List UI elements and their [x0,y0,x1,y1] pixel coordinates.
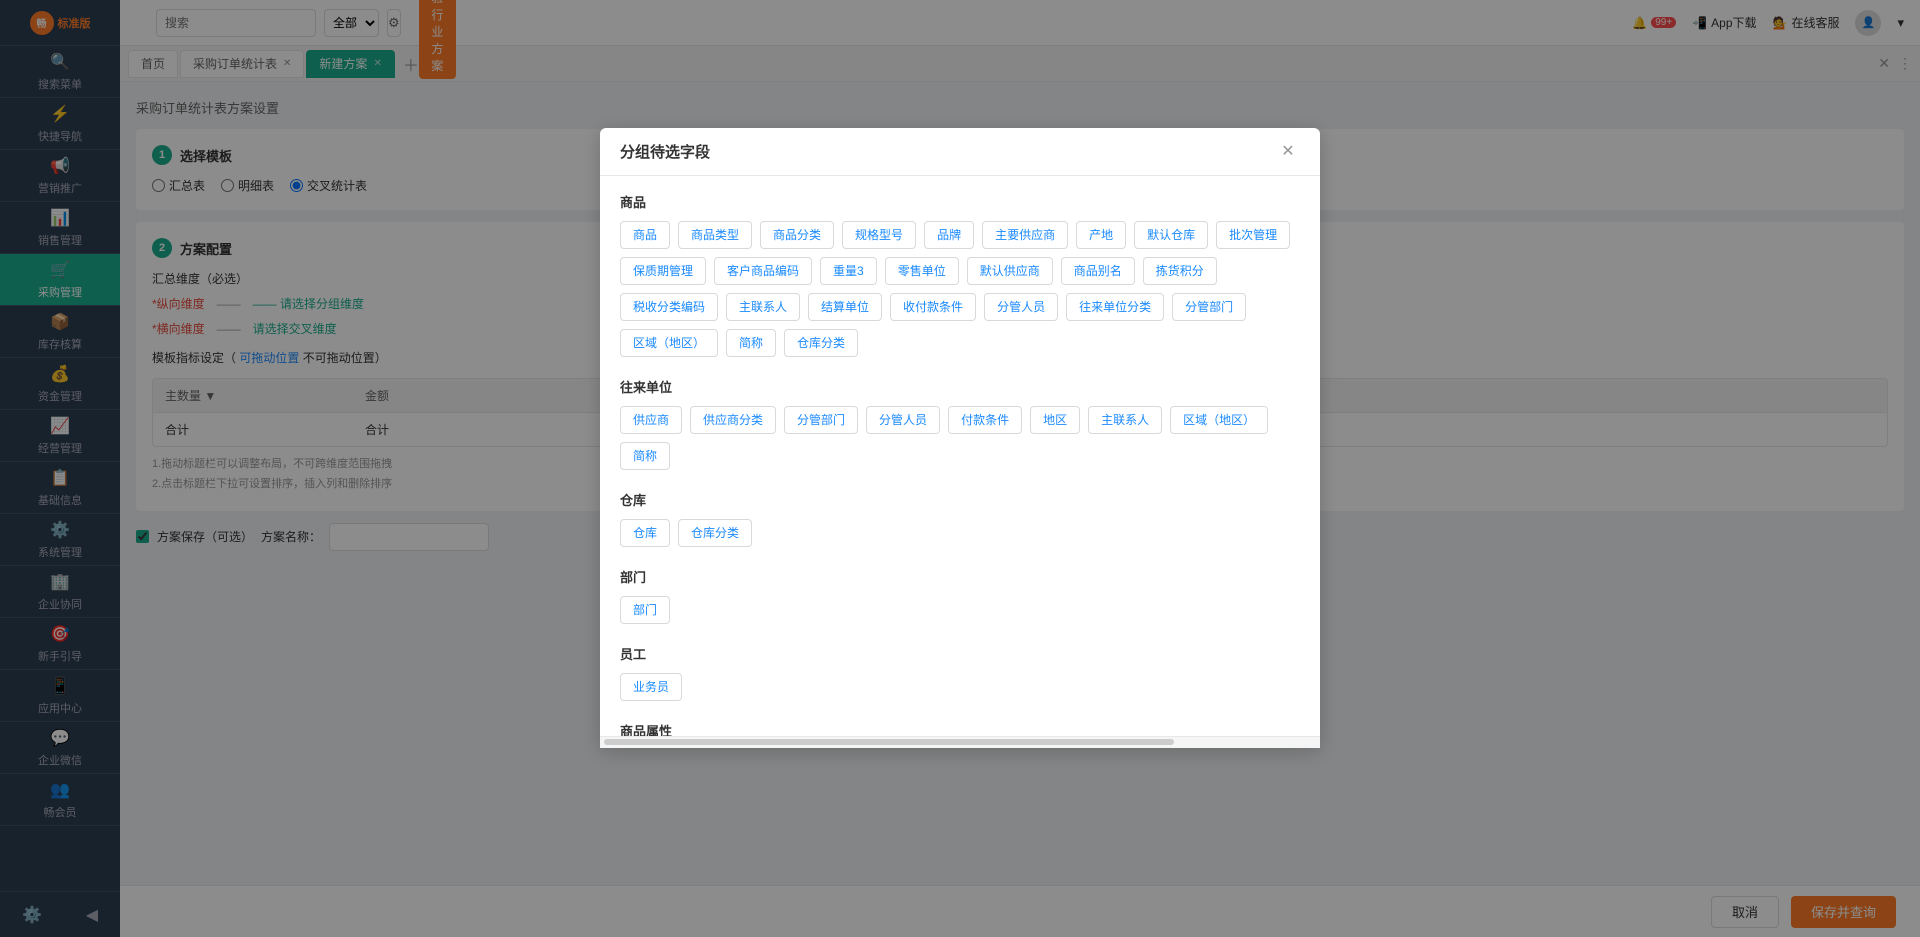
modal-title: 分组待选字段 [620,141,710,162]
scroll-thumb [604,739,1174,745]
warehouse-section: 仓库 仓库仓库分类 [620,490,1300,547]
field-tag[interactable]: 分管部门 [784,406,858,434]
warehouse-field-tags: 仓库仓库分类 [620,519,1300,547]
modal-bottom-scrollbar[interactable] [600,736,1320,748]
field-tag[interactable]: 重量3 [820,257,877,285]
field-tag[interactable]: 供应商分类 [690,406,776,434]
department-section-title: 部门 [620,567,1300,586]
field-tag[interactable]: 税收分类编码 [620,293,718,321]
product-attr-section-title: 商品属性 [620,721,1300,736]
partner-section: 往来单位 供应商供应商分类分管部门分管人员付款条件地区主联系人区域（地区） 简称 [620,377,1300,470]
field-tag[interactable]: 仓库分类 [678,519,752,547]
partner-field-tags: 供应商供应商分类分管部门分管人员付款条件地区主联系人区域（地区） 简称 [620,406,1300,470]
field-tag[interactable]: 简称 [726,329,776,357]
field-tag[interactable]: 收付款条件 [890,293,976,321]
field-tag[interactable]: 往来单位分类 [1066,293,1164,321]
employee-section-title: 员工 [620,644,1300,663]
field-tag[interactable]: 付款条件 [948,406,1022,434]
field-tag[interactable]: 业务员 [620,673,682,701]
field-tag[interactable]: 默认仓库 [1134,221,1208,249]
field-tag[interactable]: 简称 [620,442,670,470]
employee-section: 员工 业务员 [620,644,1300,701]
product-attr-section: 商品属性 属性颜色多规格尺码鞋码1 [620,721,1300,736]
field-select-modal: 分组待选字段 ✕ 商品 商品商品类型商品分类规格型号品牌主要供应商产地默认仓库批… [600,128,1320,748]
goods-section: 商品 商品商品类型商品分类规格型号品牌主要供应商产地默认仓库批次管理保质期管理客… [620,192,1300,357]
field-tag[interactable]: 仓库分类 [784,329,858,357]
field-tag[interactable]: 默认供应商 [967,257,1053,285]
field-tag[interactable]: 规格型号 [842,221,916,249]
field-tag[interactable]: 保质期管理 [620,257,706,285]
field-tag[interactable]: 批次管理 [1216,221,1290,249]
field-tag[interactable]: 拣货积分 [1143,257,1217,285]
goods-field-tags: 商品商品类型商品分类规格型号品牌主要供应商产地默认仓库批次管理保质期管理客户商品… [620,221,1300,357]
field-tag[interactable]: 商品 [620,221,670,249]
field-tag[interactable]: 品牌 [924,221,974,249]
field-tag[interactable]: 仓库 [620,519,670,547]
modal-header: 分组待选字段 ✕ [600,128,1320,176]
field-tag[interactable]: 主联系人 [1088,406,1162,434]
field-tag[interactable]: 商品分类 [760,221,834,249]
department-section: 部门 部门 [620,567,1300,624]
warehouse-section-title: 仓库 [620,490,1300,509]
field-tag[interactable]: 分管人员 [866,406,940,434]
field-tag[interactable]: 区域（地区） [1170,406,1268,434]
partner-section-title: 往来单位 [620,377,1300,396]
field-tag[interactable]: 商品别名 [1061,257,1135,285]
modal-close-button[interactable]: ✕ [1276,139,1300,163]
field-tag[interactable]: 部门 [620,596,670,624]
department-field-tags: 部门 [620,596,1300,624]
modal-body: 商品 商品商品类型商品分类规格型号品牌主要供应商产地默认仓库批次管理保质期管理客… [600,176,1320,736]
field-tag[interactable]: 主联系人 [726,293,800,321]
field-tag[interactable]: 主要供应商 [982,221,1068,249]
field-tag[interactable]: 地区 [1030,406,1080,434]
field-tag[interactable]: 零售单位 [885,257,959,285]
field-tag[interactable]: 客户商品编码 [714,257,812,285]
field-tag[interactable]: 供应商 [620,406,682,434]
goods-section-title: 商品 [620,192,1300,211]
field-tag[interactable]: 分管人员 [984,293,1058,321]
field-tag[interactable]: 产地 [1076,221,1126,249]
field-tag[interactable]: 结算单位 [808,293,882,321]
employee-field-tags: 业务员 [620,673,1300,701]
field-tag[interactable]: 商品类型 [678,221,752,249]
field-tag[interactable]: 分管部门 [1172,293,1246,321]
field-tag[interactable]: 区域（地区） [620,329,718,357]
